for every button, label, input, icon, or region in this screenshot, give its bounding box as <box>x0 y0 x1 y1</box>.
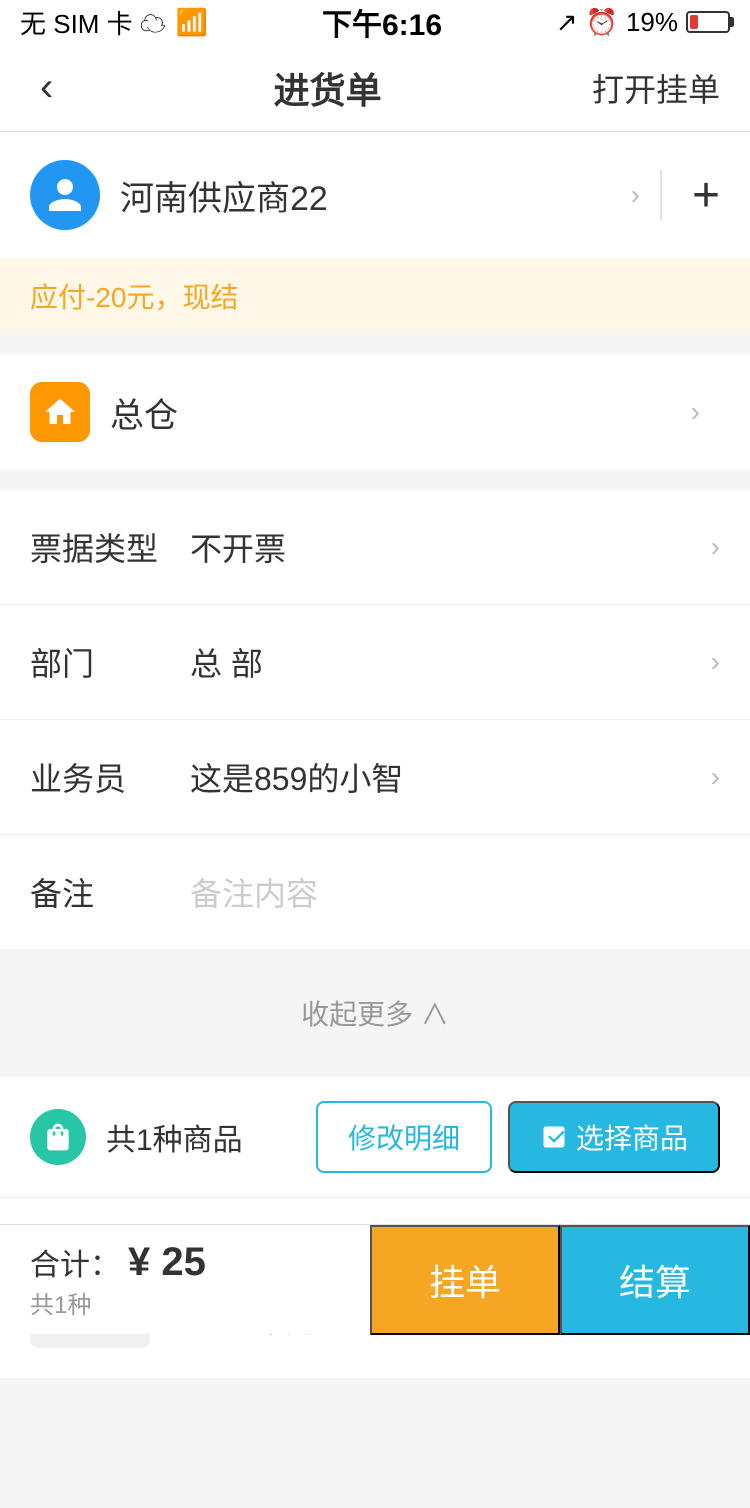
supplier-chevron-icon: › <box>631 179 640 211</box>
add-supplier-button[interactable]: + <box>692 168 720 223</box>
collapse-bar[interactable]: 收起更多 ∧ <box>0 969 750 1057</box>
select-product-label: 选择商品 <box>576 1117 688 1157</box>
remark-row[interactable]: 备注 备注内容 <box>0 835 750 949</box>
salesperson-chevron-icon: › <box>711 761 720 793</box>
person-icon <box>45 175 85 215</box>
total-label: 合计： ¥ 25 <box>30 1240 340 1285</box>
supplier-row[interactable]: 河南供应商22 › + <box>0 132 750 258</box>
modify-detail-button[interactable]: 修改明细 <box>316 1101 492 1173</box>
total-count: 共1种 <box>30 1285 340 1320</box>
home-icon <box>42 394 78 430</box>
bottom-bar: 合计： ¥ 25 共1种 挂单 结算 <box>0 1224 750 1334</box>
warehouse-row[interactable]: 总仓 › <box>0 354 750 470</box>
back-button[interactable]: ‹ <box>30 55 63 120</box>
hang-button[interactable]: 挂单 <box>370 1225 560 1335</box>
select-product-button[interactable]: 选择商品 <box>508 1101 720 1173</box>
department-value: 总 部 <box>190 639 711 685</box>
supplier-section: 河南供应商22 › + <box>0 132 750 258</box>
department-chevron-icon: › <box>711 646 720 678</box>
alarm-icon: ⏰ <box>586 7 618 38</box>
salesperson-label: 业务员 <box>30 754 190 800</box>
salesperson-row[interactable]: 业务员 这是859的小智 › <box>0 720 750 835</box>
remark-label: 备注 <box>30 869 190 915</box>
invoice-type-label: 票据类型 <box>30 524 190 570</box>
form-section: 票据类型 不开票 › 部门 总 部 › 业务员 这是859的小智 › 备注 备注… <box>0 490 750 949</box>
department-row[interactable]: 部门 总 部 › <box>0 605 750 720</box>
product-count-text: 共1种商品 <box>106 1115 316 1159</box>
select-product-icon <box>540 1123 568 1151</box>
battery-percent: 19% <box>626 7 678 38</box>
shopping-bag-icon <box>42 1121 74 1153</box>
page-title: 进货单 <box>274 62 382 114</box>
warehouse-chevron-icon: › <box>691 396 700 428</box>
status-bar: 无 SIM 卡 ☁ 📶 下午6:16 ↗ ⏰ 19% <box>0 0 750 44</box>
product-count-icon-bg <box>30 1109 86 1165</box>
sim-status: 无 SIM 卡 ☁ <box>20 4 166 41</box>
notice-bar: 应付-20元，现结 <box>0 258 750 334</box>
battery-icon <box>686 11 730 33</box>
department-label: 部门 <box>30 639 190 685</box>
status-left: 无 SIM 卡 ☁ 📶 <box>20 4 208 41</box>
supplier-avatar <box>30 160 100 230</box>
supplier-name: 河南供应商22 <box>120 171 631 220</box>
invoice-type-value: 不开票 <box>190 524 711 570</box>
wifi-icon: 📶 <box>176 7 208 38</box>
status-right: ↗ ⏰ 19% <box>556 7 730 38</box>
invoice-type-row[interactable]: 票据类型 不开票 › <box>0 490 750 605</box>
warehouse-name: 总仓 <box>110 388 691 437</box>
supplier-divider <box>660 170 662 220</box>
nav-bar: ‹ 进货单 打开挂单 <box>0 44 750 132</box>
warehouse-icon-bg <box>30 382 90 442</box>
open-hang-button[interactable]: 打开挂单 <box>592 65 720 111</box>
total-text: 合计： <box>30 1240 120 1284</box>
products-header: 共1种商品 修改明细 选择商品 <box>0 1077 750 1198</box>
invoice-type-chevron-icon: › <box>711 531 720 563</box>
salesperson-value: 这是859的小智 <box>190 754 711 800</box>
total-section: 合计： ¥ 25 共1种 <box>0 1240 370 1320</box>
location-icon: ↗ <box>556 7 578 38</box>
remark-placeholder[interactable]: 备注内容 <box>190 869 720 915</box>
checkout-button[interactable]: 结算 <box>560 1225 750 1335</box>
status-time: 下午6:16 <box>322 0 442 44</box>
total-amount: ¥ 25 <box>128 1240 206 1285</box>
